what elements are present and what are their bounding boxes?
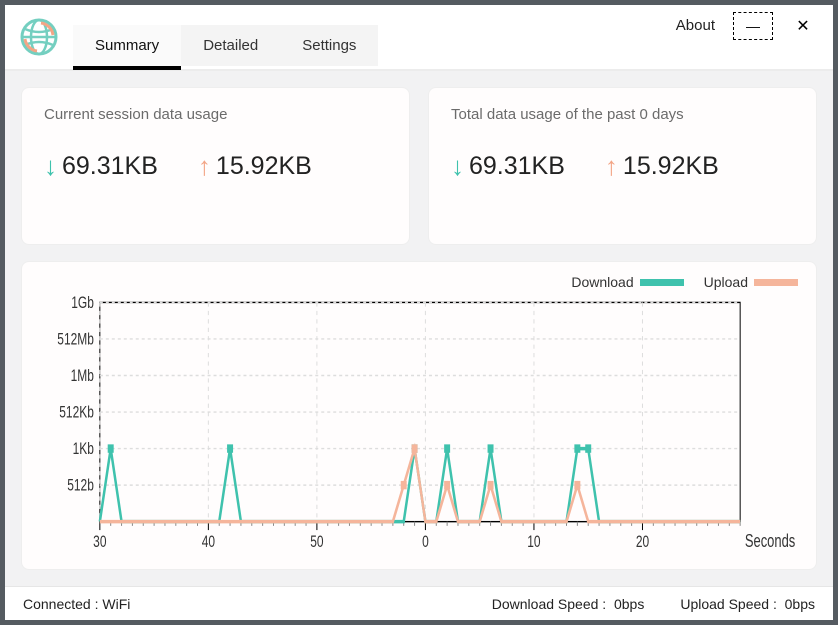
upload-arrow-icon: ↑ (605, 151, 618, 182)
download-speed: Download Speed : 0bps (492, 596, 645, 612)
legend-download-label: Download (571, 274, 633, 290)
download-swatch-icon (640, 279, 684, 286)
connection-status: Connected : WiFi (23, 596, 130, 612)
chart-legend: Download Upload (40, 274, 798, 290)
app-window: Summary Detailed Settings About — ✕ Curr… (5, 5, 833, 620)
tab-summary[interactable]: Summary (73, 25, 181, 66)
svg-text:1Kb: 1Kb (73, 440, 94, 458)
svg-text:30: 30 (93, 533, 106, 551)
tab-bar: Summary Detailed Settings (73, 25, 378, 66)
legend-download: Download (571, 274, 683, 290)
session-download-value: 69.31KB (62, 152, 158, 181)
tab-detailed[interactable]: Detailed (181, 25, 280, 66)
total-upload-value: 15.92KB (623, 152, 719, 181)
about-button[interactable]: About (668, 11, 723, 40)
summary-cards: Current session data usage ↓ 69.31KB ↑ 1… (21, 87, 817, 245)
svg-text:10: 10 (527, 533, 540, 551)
speed-chart: 512b 1Kb 512Kb 1Mb 512Mb 1Gb 30 40 50 0 10 20 Second… (40, 294, 798, 561)
download-arrow-icon: ↓ (451, 151, 464, 182)
titlebar: Summary Detailed Settings About — ✕ (5, 5, 833, 71)
svg-text:1Mb: 1Mb (71, 367, 94, 385)
total-stats: ↓ 69.31KB ↑ 15.92KB (451, 151, 794, 182)
svg-text:512Mb: 512Mb (57, 331, 94, 349)
minimize-button[interactable]: — (733, 12, 773, 40)
upload-speed-value: 0bps (785, 596, 815, 612)
session-download-stat: ↓ 69.31KB (44, 151, 158, 182)
svg-text:0: 0 (422, 533, 429, 551)
download-speed-value: 0bps (614, 596, 644, 612)
session-usage-card: Current session data usage ↓ 69.31KB ↑ 1… (21, 87, 410, 245)
session-stats: ↓ 69.31KB ↑ 15.92KB (44, 151, 387, 182)
speed-chart-card: Download Upload 512b 1Kb 512Kb 1Mb 512Mb 1Gb 3… (21, 261, 817, 570)
total-upload-stat: ↑ 15.92KB (605, 151, 719, 182)
legend-upload-label: Upload (704, 274, 748, 290)
svg-text:1Gb: 1Gb (71, 294, 94, 312)
window-controls: About — ✕ (668, 11, 823, 40)
session-upload-value: 15.92KB (216, 152, 312, 181)
status-bar: Connected : WiFi Download Speed : 0bps U… (5, 586, 833, 620)
legend-upload: Upload (704, 274, 798, 290)
total-download-value: 69.31KB (469, 152, 565, 181)
total-card-title: Total data usage of the past 0 days (451, 106, 794, 123)
total-download-stat: ↓ 69.31KB (451, 151, 565, 182)
close-icon: ✕ (796, 16, 809, 36)
svg-text:512b: 512b (67, 477, 94, 495)
svg-text:Seconds: Seconds (745, 532, 795, 552)
download-speed-label: Download Speed : (492, 596, 606, 612)
download-arrow-icon: ↓ (44, 151, 57, 182)
globe-logo-icon (19, 17, 59, 57)
svg-text:40: 40 (202, 533, 215, 551)
session-upload-stat: ↑ 15.92KB (198, 151, 312, 182)
content-area: Current session data usage ↓ 69.31KB ↑ 1… (5, 71, 833, 586)
close-button[interactable]: ✕ (783, 12, 823, 40)
tab-settings[interactable]: Settings (280, 25, 378, 66)
svg-text:20: 20 (636, 533, 649, 551)
upload-speed-label: Upload Speed : (680, 596, 777, 612)
total-usage-card: Total data usage of the past 0 days ↓ 69… (428, 87, 817, 245)
upload-swatch-icon (754, 279, 798, 286)
upload-speed: Upload Speed : 0bps (680, 596, 815, 612)
session-card-title: Current session data usage (44, 106, 387, 123)
upload-arrow-icon: ↑ (198, 151, 211, 182)
svg-text:50: 50 (310, 533, 323, 551)
svg-text:512Kb: 512Kb (59, 404, 94, 422)
